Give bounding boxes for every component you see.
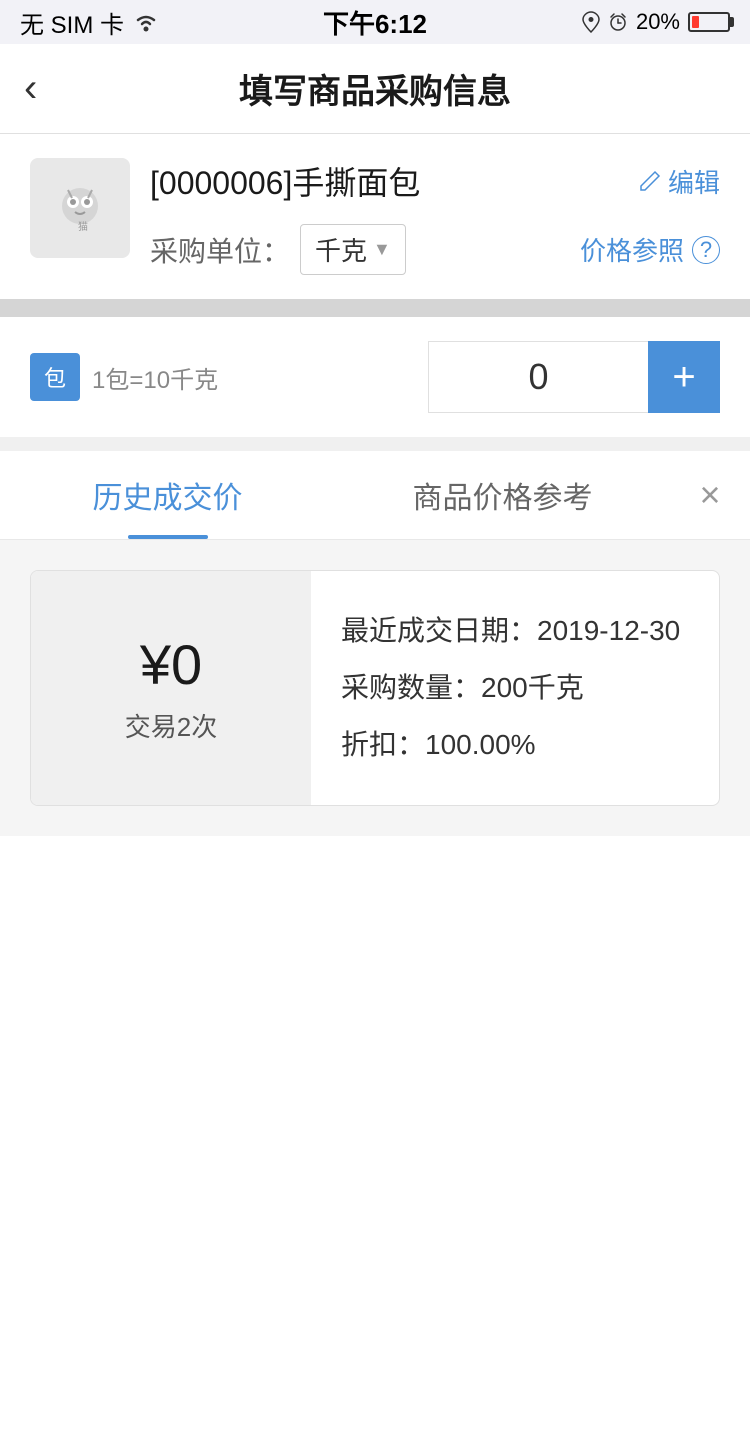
tab-product-label: 商品价格参考 [413,473,593,517]
carrier-text: 无 SIM 卡 [20,5,124,40]
unit-group: 采购单位： 千克 ▼ [150,224,406,275]
svg-text:猫: 猫 [78,220,88,233]
price-amount: ¥0 [140,632,202,697]
unit-select[interactable]: 千克 ▼ [300,224,406,275]
recent-date-label: 最近成交日期： [341,615,537,646]
tabs-row: 历史成交价 商品价格参考 × [0,451,750,539]
price-ref-button[interactable]: 价格参照 ? [580,231,720,268]
recent-date-value: 2019-12-30 [537,615,680,646]
product-image-icon: 猫 [50,178,110,238]
product-header: [0000006]手撕面包 编辑 [150,158,720,204]
battery-box [688,12,730,32]
discount-row: 折扣：100.00% [341,725,689,764]
recent-date-row: 最近成交日期：2019-12-30 [341,611,689,650]
unit-box: 包 [30,353,80,401]
tab-underline [128,535,208,539]
tab-product-price[interactable]: 商品价格参考 [335,451,670,539]
battery-fill [692,16,699,28]
quantity-input-wrapper: + [428,341,720,413]
product-thumbnail: 猫 [30,158,130,258]
unit-arrow: ▼ [373,239,391,260]
product-card: 猫 [0000006]手撕面包 编辑 采购单位： 千克 ▼ [0,134,750,299]
battery-percent: 20% [636,9,680,35]
unit-ratio: 1包=10千克 [92,360,218,395]
battery-icon [688,12,730,32]
purchase-row: 采购单位： 千克 ▼ 价格参照 ? [150,224,720,275]
status-bar: 无 SIM 卡 下午6:12 20% [0,0,750,44]
quantity-plus-button[interactable]: + [648,341,720,413]
alarm-icon [608,12,628,32]
discount-value: 100.00% [425,729,536,760]
purchase-qty-value: 200千克 [481,672,584,703]
purchase-unit-label: 采购单位： [150,230,290,270]
nav-bar: ‹ 填写商品采购信息 [0,44,750,134]
price-left: ¥0 交易2次 [31,571,311,805]
edit-label: 编辑 [668,163,720,200]
status-time: 下午6:12 [323,4,427,41]
discount-label: 折扣： [341,729,425,760]
tab-history-label: 历史成交价 [93,473,243,517]
white-area [0,836,750,1436]
unit-info: 包 1包=10千克 [30,353,408,401]
tabs-container: 历史成交价 商品价格参考 × [0,451,750,540]
purchase-qty-label: 采购数量： [341,672,481,703]
price-right: 最近成交日期：2019-12-30 采购数量：200千克 折扣：100.00% [311,571,719,805]
price-ref-help-icon: ? [692,236,720,264]
back-button[interactable]: ‹ [24,66,37,111]
price-card: ¥0 交易2次 最近成交日期：2019-12-30 采购数量：200千克 折扣：… [30,570,720,806]
price-ref-label: 价格参照 [580,231,684,268]
history-content: ¥0 交易2次 最近成交日期：2019-12-30 采购数量：200千克 折扣：… [0,540,750,836]
gray-strip [0,299,750,317]
page-title: 填写商品采购信息 [239,64,511,113]
product-name-text: 手撕面包 [292,165,420,201]
edit-button[interactable]: 编辑 [638,163,720,200]
unit-value: 千克 [315,231,367,268]
quantity-row: 包 1包=10千克 + [0,317,750,437]
quantity-input[interactable] [428,341,648,413]
status-right: 20% [582,9,730,35]
product-name: [0000006]手撕面包 [150,158,420,204]
product-id: [0000006] [150,165,292,201]
purchase-qty-row: 采购数量：200千克 [341,668,689,707]
price-times: 交易2次 [125,707,217,744]
status-left: 无 SIM 卡 [20,5,160,40]
tab-close-button[interactable]: × [670,451,750,539]
product-info: [0000006]手撕面包 编辑 采购单位： 千克 ▼ 价格参照 ? [150,158,720,275]
location-icon [582,11,600,33]
edit-icon [638,169,662,193]
wifi-icon [132,12,160,32]
tab-history-price[interactable]: 历史成交价 [0,451,335,539]
